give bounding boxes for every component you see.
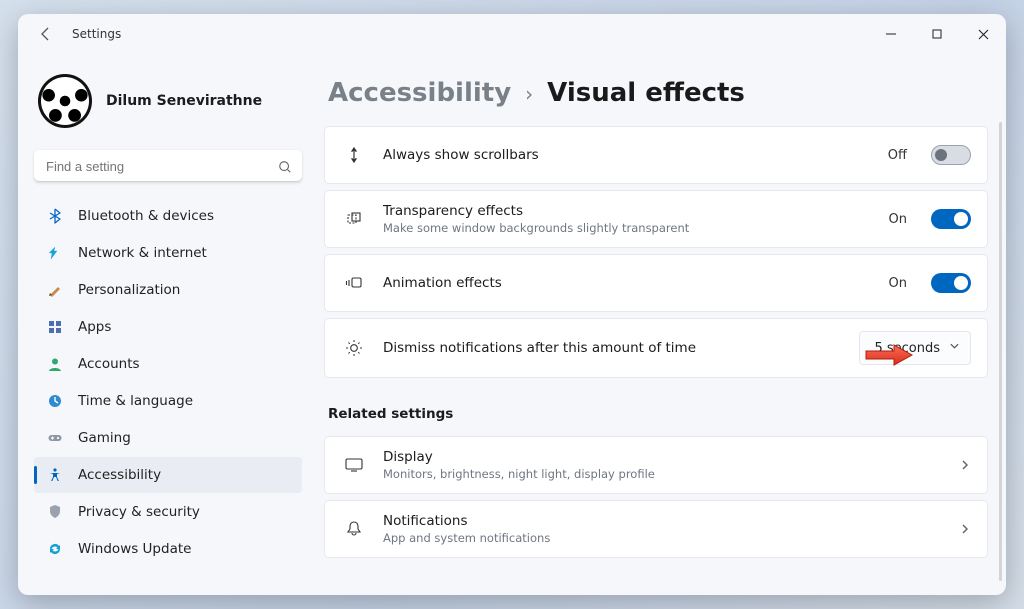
network-icon (46, 244, 64, 262)
sidebar-item-label: Gaming (78, 430, 131, 446)
sidebar-nav: Bluetooth & devices Network & internet P… (34, 198, 302, 567)
setting-transparency: Transparency effects Make some window ba… (324, 190, 988, 248)
chevron-right-icon (959, 456, 971, 475)
setting-dismiss-notifications: Dismiss notifications after this amount … (324, 318, 988, 378)
scrollbar[interactable] (999, 122, 1002, 581)
link-subtitle: App and system notifications (383, 531, 550, 545)
profile-name: Dilum Senevirathne (106, 93, 262, 109)
setting-animation: Animation effects On (324, 254, 988, 312)
settings-window: Settings Dilum Senevirathne (18, 14, 1006, 595)
close-button[interactable] (960, 16, 1006, 52)
avatar (38, 74, 92, 128)
minimize-button[interactable] (868, 16, 914, 52)
search-input[interactable] (34, 150, 302, 182)
dismiss-icon (341, 339, 367, 357)
toggle-state-label: Off (888, 148, 907, 163)
link-title: Display (383, 449, 655, 465)
link-subtitle: Monitors, brightness, night light, displ… (383, 467, 655, 481)
toggle-state-label: On (889, 212, 907, 227)
sidebar-item-update[interactable]: Windows Update (34, 531, 302, 567)
sidebar-item-label: Bluetooth & devices (78, 208, 214, 224)
sidebar-item-label: Personalization (78, 282, 180, 298)
gaming-icon (46, 429, 64, 447)
sidebar-item-gaming[interactable]: Gaming (34, 420, 302, 456)
related-notifications[interactable]: Notifications App and system notificatio… (324, 500, 988, 558)
profile-block[interactable]: Dilum Senevirathne (34, 64, 302, 146)
search-box (34, 150, 302, 182)
sidebar-item-personalization[interactable]: Personalization (34, 272, 302, 308)
privacy-icon (46, 503, 64, 521)
scrollbars-icon (341, 147, 367, 163)
sidebar-item-label: Apps (78, 319, 111, 335)
sidebar-item-apps[interactable]: Apps (34, 309, 302, 345)
related-heading: Related settings (328, 406, 988, 422)
sidebar-item-network[interactable]: Network & internet (34, 235, 302, 271)
sidebar-item-bluetooth[interactable]: Bluetooth & devices (34, 198, 302, 234)
animation-toggle[interactable] (931, 273, 971, 293)
search-icon (278, 159, 292, 173)
back-button[interactable] (30, 18, 62, 50)
settings-cards: Always show scrollbars Off Transparency … (324, 126, 988, 558)
sidebar-item-label: Accounts (78, 356, 140, 372)
dismiss-duration-select[interactable]: 5 seconds (859, 331, 971, 365)
apps-icon (46, 318, 64, 336)
notifications-icon (341, 520, 367, 538)
chevron-down-icon (949, 341, 960, 356)
sidebar-item-label: Windows Update (78, 541, 191, 557)
main-content: Accessibility › Visual effects Always sh… (318, 54, 1006, 595)
sidebar-item-label: Network & internet (78, 245, 207, 261)
related-display[interactable]: Display Monitors, brightness, night ligh… (324, 436, 988, 494)
scrollbars-toggle[interactable] (931, 145, 971, 165)
sidebar-item-label: Time & language (78, 393, 193, 409)
link-title: Notifications (383, 513, 550, 529)
personalization-icon (46, 281, 64, 299)
chevron-right-icon: › (525, 82, 533, 106)
setting-subtitle: Make some window backgrounds slightly tr… (383, 221, 689, 235)
breadcrumb: Accessibility › Visual effects (328, 78, 988, 108)
display-icon (341, 458, 367, 472)
sidebar-item-time[interactable]: Time & language (34, 383, 302, 419)
bluetooth-icon (46, 207, 64, 225)
update-icon (46, 540, 64, 558)
select-value: 5 seconds (874, 341, 940, 356)
setting-title: Dismiss notifications after this amount … (383, 340, 696, 356)
sidebar-item-label: Privacy & security (78, 504, 200, 520)
setting-title: Animation effects (383, 275, 502, 291)
accounts-icon (46, 355, 64, 373)
animation-icon (341, 275, 367, 291)
transparency-icon (341, 211, 367, 227)
setting-scrollbars: Always show scrollbars Off (324, 126, 988, 184)
sidebar: Dilum Senevirathne Bluetooth & devices (18, 54, 318, 595)
sidebar-item-privacy[interactable]: Privacy & security (34, 494, 302, 530)
chevron-right-icon (959, 520, 971, 539)
accessibility-icon (46, 466, 64, 484)
maximize-button[interactable] (914, 16, 960, 52)
breadcrumb-current: Visual effects (547, 78, 745, 108)
window-title: Settings (72, 27, 121, 41)
titlebar: Settings (18, 14, 1006, 54)
breadcrumb-parent[interactable]: Accessibility (328, 78, 511, 108)
transparency-toggle[interactable] (931, 209, 971, 229)
time-icon (46, 392, 64, 410)
toggle-state-label: On (889, 276, 907, 291)
setting-title: Transparency effects (383, 203, 689, 219)
setting-title: Always show scrollbars (383, 147, 539, 163)
sidebar-item-label: Accessibility (78, 467, 161, 483)
sidebar-item-accounts[interactable]: Accounts (34, 346, 302, 382)
sidebar-item-accessibility[interactable]: Accessibility (34, 457, 302, 493)
